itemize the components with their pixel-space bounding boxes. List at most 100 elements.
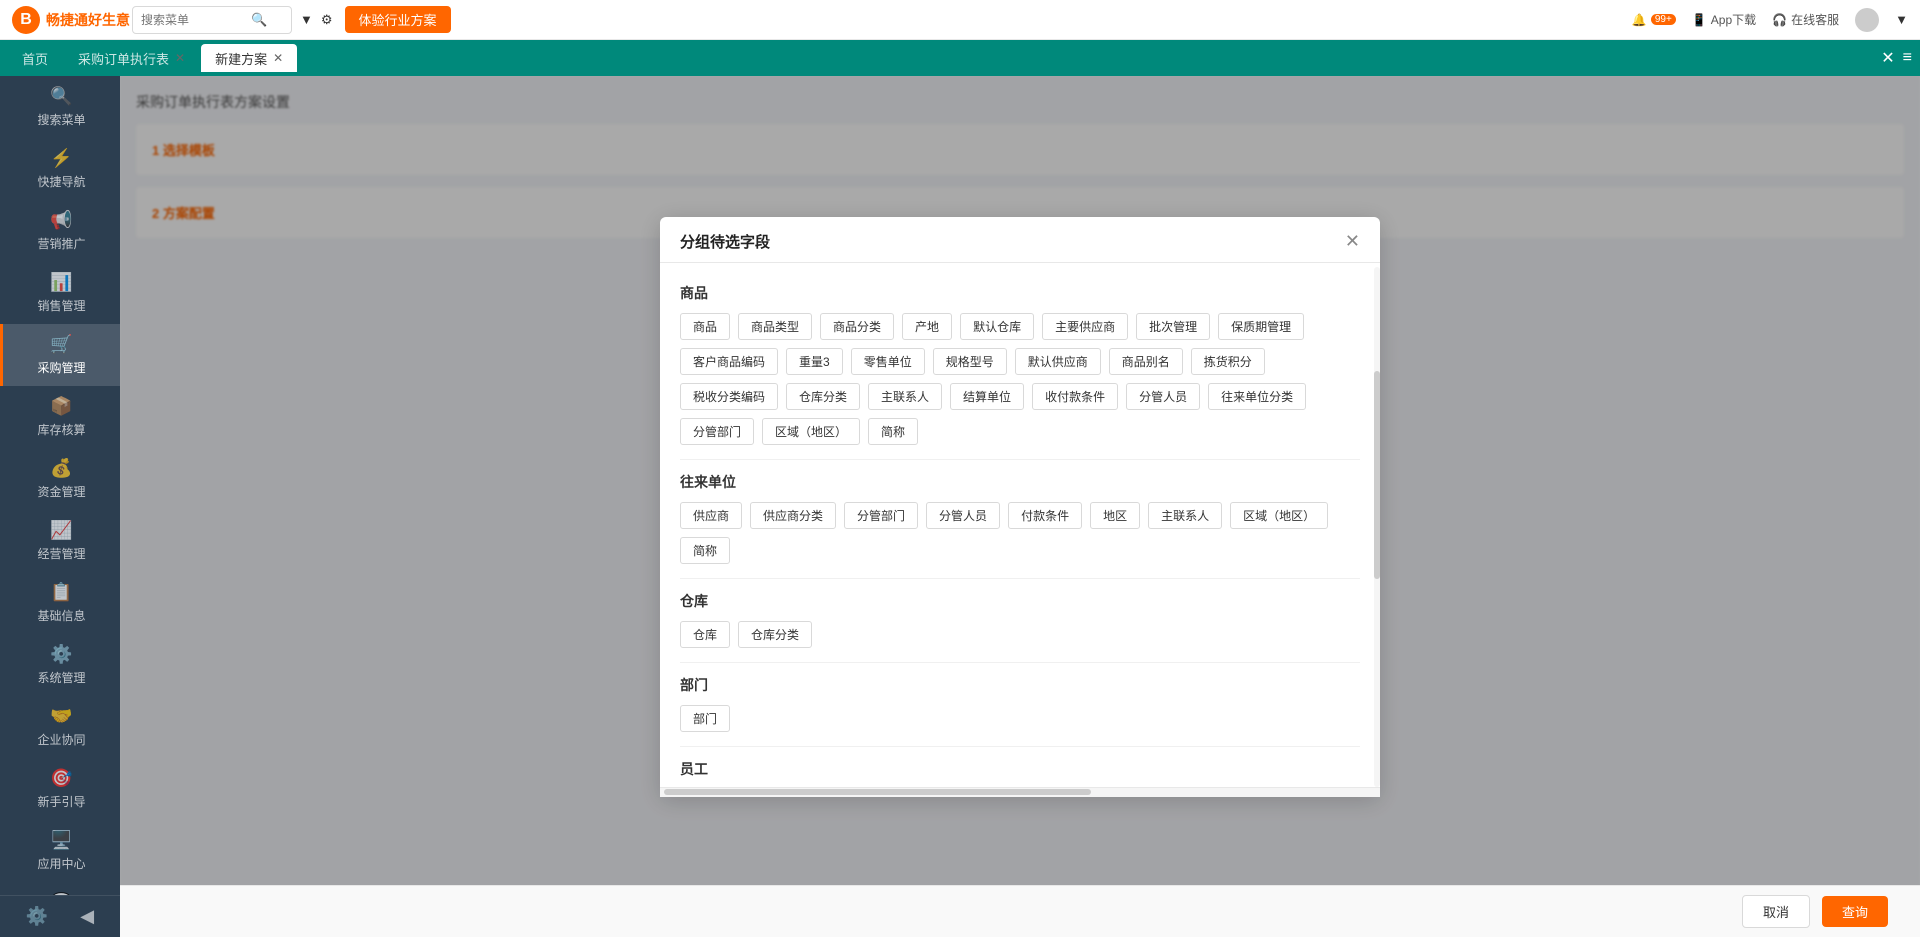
headset-icon: 🎧: [1772, 13, 1787, 27]
download-icon: 📱: [1692, 13, 1707, 27]
tab-new-plan-label: 新建方案: [215, 49, 267, 68]
sidebar-item-sales[interactable]: 📊 销售管理: [0, 262, 120, 324]
trial-button[interactable]: 体验行业方案: [345, 6, 451, 33]
tag-goods-18[interactable]: 结算单位: [950, 383, 1024, 410]
modal-overlay: 分组待选字段 ✕ 商品 商品 商品类型 商品分类 产地 默认仓库 主要供应商 批…: [120, 76, 1920, 937]
modal-title: 分组待选字段: [680, 231, 770, 252]
sidebar-item-search[interactable]: 🔍 搜索菜单: [0, 76, 120, 138]
tag-dept-0[interactable]: 部门: [680, 705, 730, 732]
sidebar-item-inventory[interactable]: 📦 库存核算: [0, 386, 120, 448]
avatar[interactable]: [1855, 8, 1879, 32]
basicinfo-icon: 📋: [50, 582, 72, 603]
tab-more-icon[interactable]: ≡: [1903, 49, 1912, 67]
notification-icon: 🔔: [1632, 13, 1647, 27]
tab-new-plan-close[interactable]: ✕: [273, 51, 283, 65]
inventory-icon: 📦: [50, 396, 72, 417]
sidebar-item-search-label: 搜索菜单: [37, 111, 85, 128]
sidebar-item-appcenter[interactable]: 🖥️ 应用中心: [0, 820, 120, 882]
tag-goods-9[interactable]: 重量3: [786, 348, 843, 375]
tag-partner-4[interactable]: 付款条件: [1008, 502, 1082, 529]
sidebar-item-appcenter-label: 应用中心: [37, 855, 85, 872]
tag-warehouse-1[interactable]: 仓库分类: [738, 621, 812, 648]
logo-icon: B: [12, 6, 40, 34]
tab-home[interactable]: 首页: [8, 44, 62, 72]
user-dropdown-icon[interactable]: ▼: [1895, 12, 1908, 27]
tag-goods-21[interactable]: 往来单位分类: [1208, 383, 1306, 410]
tag-group-goods: 商品 商品类型 商品分类 产地 默认仓库 主要供应商 批次管理 保质期管理 客户…: [680, 313, 1360, 445]
app-download-item[interactable]: 📱 App下载: [1692, 11, 1756, 28]
sidebar-item-purchase[interactable]: 🛒 采购管理: [0, 324, 120, 386]
sidebar-collapse-icon[interactable]: ◀: [80, 906, 94, 927]
tag-goods-15[interactable]: 税收分类编码: [680, 383, 778, 410]
modal-vertical-scrollbar[interactable]: [1374, 267, 1380, 787]
tag-partner-0[interactable]: 供应商: [680, 502, 742, 529]
cancel-button[interactable]: 取消: [1742, 895, 1810, 928]
tag-goods-13[interactable]: 商品别名: [1109, 348, 1183, 375]
modal-header: 分组待选字段 ✕: [660, 217, 1380, 263]
online-service-item[interactable]: 🎧 在线客服: [1772, 11, 1839, 28]
operations-icon: 📈: [50, 520, 72, 541]
sidebar-item-finance[interactable]: 💰 资金管理: [0, 448, 120, 510]
search-input-wrap: 🔍: [132, 6, 292, 34]
tag-goods-19[interactable]: 收付款条件: [1032, 383, 1118, 410]
modal-horizontal-scrollbar[interactable]: [660, 787, 1380, 797]
tag-goods-14[interactable]: 拣货积分: [1191, 348, 1265, 375]
tag-partner-1[interactable]: 供应商分类: [750, 502, 836, 529]
section-title-partner: 往来单位: [680, 472, 1360, 492]
tag-goods-10[interactable]: 零售单位: [851, 348, 925, 375]
modal-vscroll-thumb: [1374, 371, 1380, 579]
sidebar-item-basicinfo[interactable]: 📋 基础信息: [0, 572, 120, 634]
sidebar-item-basicinfo-label: 基础信息: [37, 607, 85, 624]
tag-partner-5[interactable]: 地区: [1090, 502, 1140, 529]
tab-new-plan[interactable]: 新建方案 ✕: [201, 44, 297, 72]
tag-goods-24[interactable]: 简称: [868, 418, 918, 445]
sidebar-item-finance-label: 资金管理: [37, 483, 85, 500]
sidebar-item-quicknav[interactable]: ⚡ 快捷导航: [0, 138, 120, 200]
tag-partner-2[interactable]: 分管部门: [844, 502, 918, 529]
sidebar-item-marketing[interactable]: 📢 营销推广: [0, 200, 120, 262]
tag-goods-3[interactable]: 产地: [902, 313, 952, 340]
tag-warehouse-0[interactable]: 仓库: [680, 621, 730, 648]
tag-goods-20[interactable]: 分管人员: [1126, 383, 1200, 410]
tag-goods-12[interactable]: 默认供应商: [1015, 348, 1101, 375]
tag-goods-22[interactable]: 分管部门: [680, 418, 754, 445]
divider-4: [680, 746, 1360, 747]
search-input[interactable]: [141, 13, 251, 27]
modal-close-button[interactable]: ✕: [1345, 232, 1360, 250]
sidebar-item-operations-label: 经营管理: [37, 545, 85, 562]
tab-purchase-execution-label: 采购订单执行表: [78, 49, 169, 68]
tag-goods-5[interactable]: 主要供应商: [1042, 313, 1128, 340]
sidebar-item-system[interactable]: ⚙️ 系统管理: [0, 634, 120, 696]
sidebar-settings-icon[interactable]: ⚙️: [26, 906, 48, 927]
tag-goods-7[interactable]: 保质期管理: [1218, 313, 1304, 340]
tag-partner-6[interactable]: 主联系人: [1148, 502, 1222, 529]
tag-partner-8[interactable]: 简称: [680, 537, 730, 564]
tag-goods-0[interactable]: 商品: [680, 313, 730, 340]
sidebar-item-wechat[interactable]: 💬 企业微信: [0, 882, 120, 895]
tag-goods-1[interactable]: 商品类型: [738, 313, 812, 340]
tag-goods-4[interactable]: 默认仓库: [960, 313, 1034, 340]
sidebar-item-guide[interactable]: 🎯 新手引导: [0, 758, 120, 820]
tag-goods-6[interactable]: 批次管理: [1136, 313, 1210, 340]
sidebar-item-operations[interactable]: 📈 经营管理: [0, 510, 120, 572]
tag-goods-8[interactable]: 客户商品编码: [680, 348, 778, 375]
tag-goods-16[interactable]: 仓库分类: [786, 383, 860, 410]
tag-goods-23[interactable]: 区域（地区）: [762, 418, 860, 445]
dropdown-arrow-icon[interactable]: ▼: [300, 12, 313, 27]
notification-item[interactable]: 🔔 99+: [1632, 13, 1676, 27]
search-icon: 🔍: [251, 12, 267, 28]
tag-goods-2[interactable]: 商品分类: [820, 313, 894, 340]
sidebar-item-collab[interactable]: 🤝 企业协同: [0, 696, 120, 758]
tab-purchase-execution-close[interactable]: ✕: [175, 51, 185, 65]
modal-body: 商品 商品 商品类型 商品分类 产地 默认仓库 主要供应商 批次管理 保质期管理…: [660, 263, 1380, 787]
top-header: B 畅捷通好生意 🔍 ▼ ⚙ 体验行业方案 🔔 99+ 📱 App下载 🎧 在线…: [0, 0, 1920, 40]
tag-goods-17[interactable]: 主联系人: [868, 383, 942, 410]
tag-partner-3[interactable]: 分管人员: [926, 502, 1000, 529]
settings-icon[interactable]: ⚙: [321, 12, 333, 28]
tag-partner-7[interactable]: 区域（地区）: [1230, 502, 1328, 529]
tab-collapse-icon[interactable]: ✕: [1881, 48, 1894, 68]
tab-purchase-execution[interactable]: 采购订单执行表 ✕: [64, 44, 199, 72]
guide-icon: 🎯: [50, 768, 72, 789]
tag-goods-11[interactable]: 规格型号: [933, 348, 1007, 375]
confirm-button[interactable]: 查询: [1822, 896, 1888, 927]
